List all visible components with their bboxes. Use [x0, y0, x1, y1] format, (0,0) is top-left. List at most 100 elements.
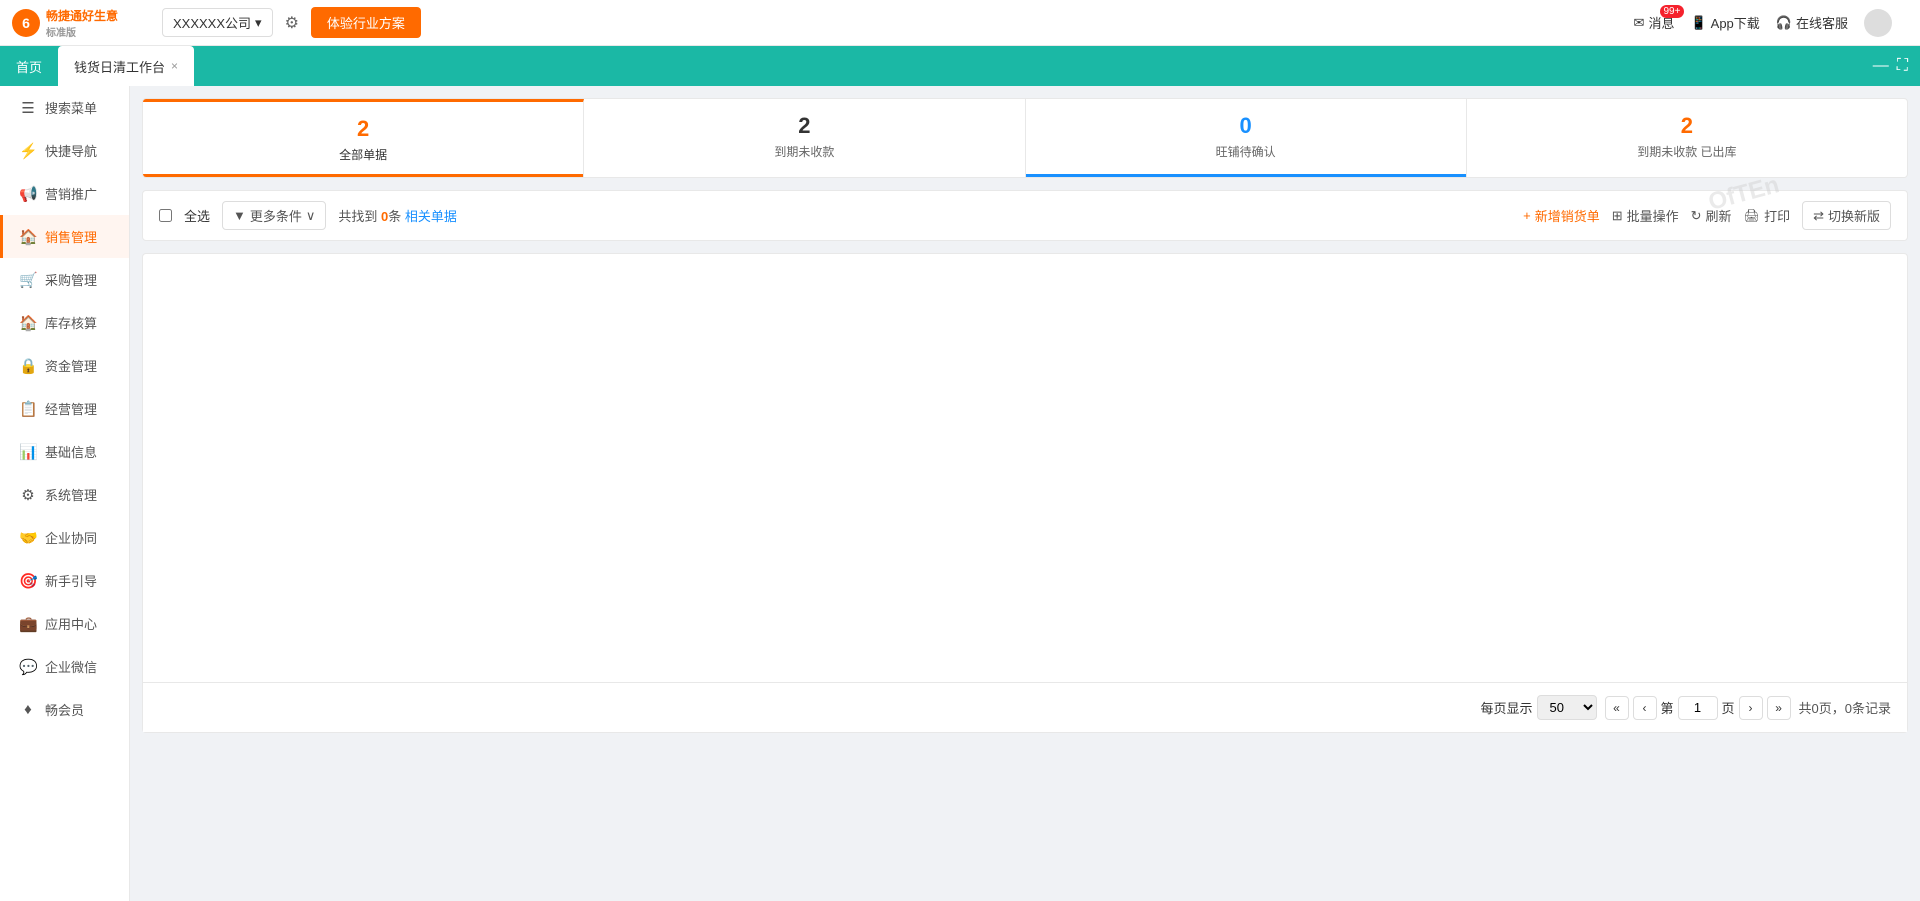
main-content: 2 全部单据 2 到期未收款 0 旺铺待确认 2 到期未收款 已出库 全选 ▼ …	[130, 86, 1920, 901]
add-sale-order-button[interactable]: + 新增销货单	[1523, 206, 1600, 225]
avatar[interactable]	[1864, 9, 1892, 37]
inventory-icon: 🏠	[19, 314, 37, 332]
pagination: 每页显示 50 100 200 « ‹ 第 页 › » 共0页，0条记录	[143, 682, 1907, 732]
switch-version-button[interactable]: ⇄ 切换新版	[1802, 201, 1891, 230]
maximize-icon[interactable]: ⛶	[1897, 57, 1908, 75]
operations-label: 经营管理	[45, 399, 97, 418]
per-page-dropdown[interactable]: 50 100 200	[1537, 695, 1597, 720]
filter-label: 更多条件	[250, 206, 302, 225]
app-center-label: 应用中心	[45, 614, 97, 633]
sidebar-item-app-center[interactable]: 💼 应用中心	[0, 602, 129, 645]
trial-btn[interactable]: 体验行业方案	[311, 7, 421, 38]
sales-label: 销售管理	[45, 227, 97, 246]
wechat-label: 企业微信	[45, 657, 97, 676]
message-badge: 99+	[1660, 5, 1685, 18]
next-page-button[interactable]: ›	[1739, 696, 1763, 720]
tab-home[interactable]: 首页	[0, 46, 58, 86]
online-service-label: 在线客服	[1796, 13, 1848, 32]
related-link[interactable]: 相关单据	[405, 209, 457, 224]
sidebar-item-sales[interactable]: 🏠 销售管理	[0, 215, 129, 258]
tab-card-wangpu[interactable]: 0 旺铺待确认	[1026, 99, 1467, 177]
prev-page-button[interactable]: ‹	[1633, 696, 1657, 720]
system-label: 系统管理	[45, 485, 97, 504]
sidebar-item-cooperation[interactable]: 🤝 企业协同	[0, 516, 129, 559]
workbench-tab-label: 钱货日清工作台	[74, 57, 165, 76]
close-tab-icon[interactable]: ×	[171, 59, 178, 73]
cooperation-label: 企业协同	[45, 528, 97, 547]
headset-icon: 🎧	[1776, 15, 1792, 31]
overdue-shipped-label: 到期未收款 已出库	[1483, 143, 1891, 160]
app-download-button[interactable]: 📱 App下载	[1690, 13, 1759, 32]
purchase-label: 采购管理	[45, 270, 97, 289]
sidebar-item-purchase[interactable]: 🛒 采购管理	[0, 258, 129, 301]
select-all-checkbox[interactable]	[159, 209, 172, 222]
all-progress	[143, 174, 583, 177]
filter-chevron: ∨	[306, 208, 316, 224]
select-all-label: 全选	[184, 206, 210, 225]
sidebar-item-finance[interactable]: 🔒 资金管理	[0, 344, 129, 387]
app-label: App下载	[1711, 13, 1760, 32]
current-page-input[interactable]	[1678, 696, 1718, 720]
batch-label: 批量操作	[1627, 206, 1679, 225]
inventory-label: 库存核算	[45, 313, 97, 332]
found-text: 共找到 0条 相关单据	[338, 206, 457, 225]
page-suffix: 页	[1722, 698, 1735, 717]
online-service-button[interactable]: 🎧 在线客服	[1776, 13, 1848, 32]
tab-qianhuoriciqinggongzuotai[interactable]: 钱货日清工作台 ×	[58, 46, 194, 86]
company-selector[interactable]: XXXXXX公司 ▾	[162, 8, 273, 37]
refresh-button[interactable]: ↻ 刷新	[1691, 206, 1732, 225]
purchase-icon: 🛒	[19, 271, 37, 289]
finance-icon: 🔒	[19, 357, 37, 375]
wangpu-label: 旺铺待确认	[1042, 143, 1450, 160]
quick-nav-label: 快捷导航	[45, 141, 97, 160]
search-menu-icon: ☰	[19, 99, 37, 117]
wangpu-count: 0	[1042, 113, 1450, 139]
more-filter-button[interactable]: ▼ 更多条件 ∨	[222, 201, 326, 230]
overdue-label: 到期未收款	[600, 143, 1008, 160]
wechat-icon: 💬	[19, 658, 37, 676]
sidebar-item-inventory[interactable]: 🏠 库存核算	[0, 301, 129, 344]
nav-tabs: 首页 钱货日清工作台 × — ⛶	[0, 46, 1920, 86]
tab-card-overdue-unpaid[interactable]: 2 到期未收款	[584, 99, 1025, 177]
sidebar-item-quick-nav[interactable]: ⚡ 快捷导航	[0, 129, 129, 172]
tab-card-all[interactable]: 2 全部单据	[143, 99, 584, 177]
page-prefix: 第	[1661, 698, 1674, 717]
sidebar-item-basic-info[interactable]: 📊 基础信息	[0, 430, 129, 473]
overdue-shipped-count: 2	[1483, 113, 1891, 139]
search-menu-label: 搜索菜单	[45, 98, 97, 117]
settings-icon[interactable]: ⚙	[285, 13, 299, 33]
batch-operation-button[interactable]: ⊞ 批量操作	[1612, 206, 1679, 225]
sidebar-item-guide[interactable]: 🎯 新手引导	[0, 559, 129, 602]
print-button[interactable]: 🖨 打印	[1744, 206, 1791, 225]
sidebar-item-search-menu[interactable]: ☰ 搜索菜单	[0, 86, 129, 129]
marketing-label: 营销推广	[45, 184, 97, 203]
first-page-button[interactable]: «	[1605, 696, 1629, 720]
nav-tab-right: — ⛶	[1873, 57, 1920, 75]
finance-label: 资金管理	[45, 356, 97, 375]
company-name: XXXXXX公司	[173, 13, 251, 32]
sidebar-item-marketing[interactable]: 📢 营销推广	[0, 172, 129, 215]
add-label: 新增销货单	[1535, 206, 1600, 225]
home-tab-label: 首页	[16, 57, 42, 76]
message-button[interactable]: ✉ 消息 99+	[1634, 13, 1675, 32]
overdue-count: 2	[600, 113, 1008, 139]
member-label: 畅会员	[45, 700, 84, 719]
wangpu-progress	[1026, 174, 1466, 177]
last-page-button[interactable]: »	[1767, 696, 1791, 720]
per-page-label: 每页显示	[1480, 698, 1532, 717]
guide-label: 新手引导	[45, 571, 97, 590]
page-nav: « ‹ 第 页 › »	[1605, 696, 1791, 720]
guide-icon: 🎯	[19, 572, 37, 590]
minimize-icon[interactable]: —	[1873, 57, 1889, 75]
sidebar-item-wechat[interactable]: 💬 企业微信	[0, 645, 129, 688]
basic-info-label: 基础信息	[45, 442, 97, 461]
tab-card-overdue-shipped[interactable]: 2 到期未收款 已出库	[1467, 99, 1907, 177]
toolbar-left: 全选 ▼ 更多条件 ∨ 共找到 0条 相关单据	[159, 201, 1511, 230]
logo-area: 6 畅捷通好生意 标准版	[12, 7, 142, 39]
toolbar-right: + 新增销货单 ⊞ 批量操作 ↻ 刷新 🖨 打印 ⇄ 切换新版	[1523, 201, 1891, 230]
print-label: 打印	[1764, 206, 1790, 225]
top-header: 6 畅捷通好生意 标准版 XXXXXX公司 ▾ ⚙ 体验行业方案 ✉ 消息 99…	[0, 0, 1920, 46]
sidebar-item-system[interactable]: ⚙ 系统管理	[0, 473, 129, 516]
sidebar-item-operations[interactable]: 📋 经营管理	[0, 387, 129, 430]
sidebar-item-member[interactable]: ♦ 畅会员	[0, 688, 129, 731]
